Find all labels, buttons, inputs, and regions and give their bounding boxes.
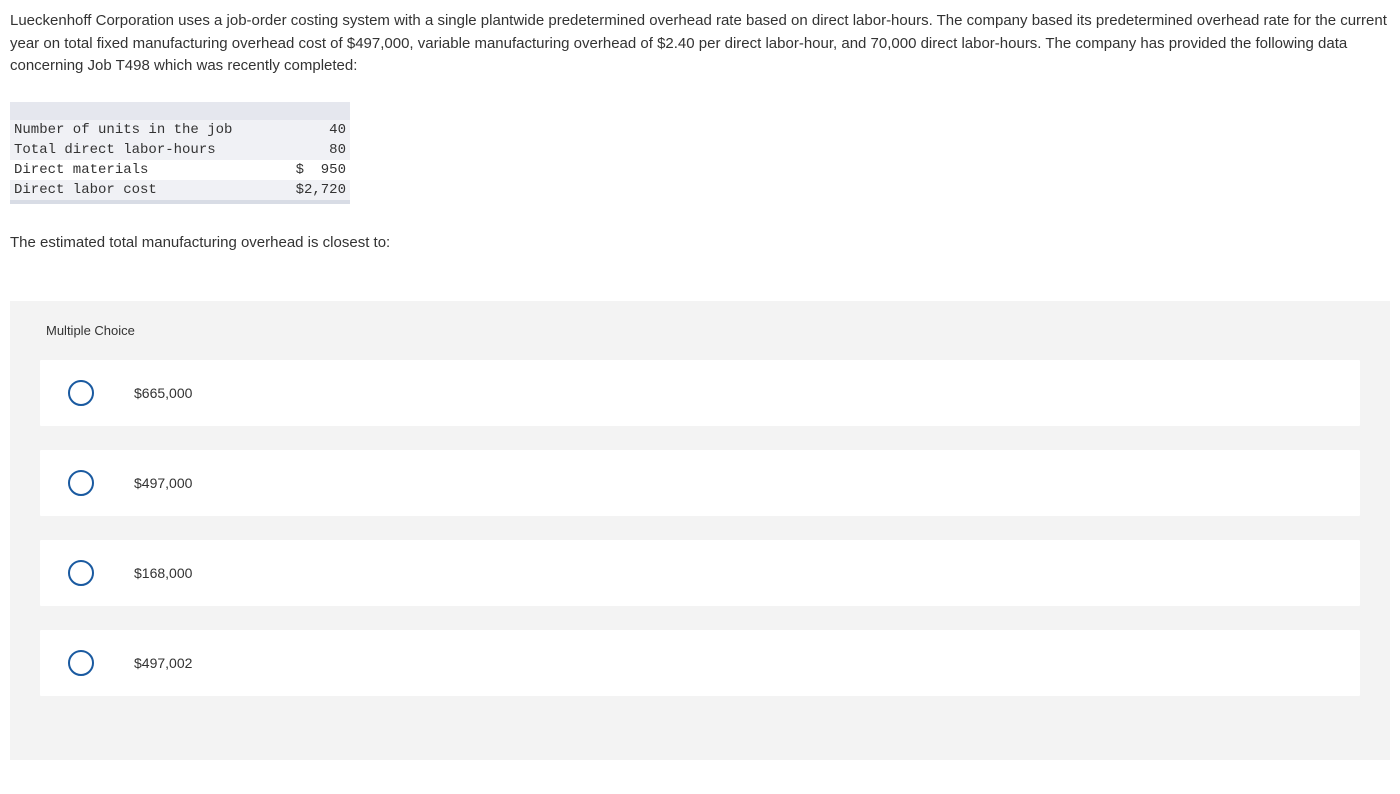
table-cell-value: $2,720 [270,180,350,200]
mc-option-3[interactable]: $497,002 [40,630,1360,696]
table-cell-value: 40 [270,120,350,140]
mc-option-0[interactable]: $665,000 [40,360,1360,426]
mc-option-1[interactable]: $497,000 [40,450,1360,516]
radio-icon[interactable] [68,470,94,496]
table-header-bar [10,102,350,120]
table-cell-value: $ 950 [270,160,350,180]
question-stem: Lueckenhoff Corporation uses a job-order… [10,10,1390,78]
table-footer-bar [10,200,350,204]
mc-option-label: $665,000 [134,385,192,401]
table-row: Number of units in the job 40 [10,120,350,140]
mc-option-label: $497,000 [134,475,192,491]
radio-icon[interactable] [68,650,94,676]
table-cell-label: Number of units in the job [10,120,270,140]
table-row: Direct labor cost $2,720 [10,180,350,200]
table-row: Direct materials $ 950 [10,160,350,180]
mc-option-label: $497,002 [134,655,192,671]
table-row: Total direct labor-hours 80 [10,140,350,160]
job-data-table: Number of units in the job 40 Total dire… [10,102,350,204]
mc-option-label: $168,000 [134,565,192,581]
multiple-choice-title: Multiple Choice [10,323,1390,338]
radio-icon[interactable] [68,560,94,586]
table-cell-label: Direct materials [10,160,270,180]
table-cell-label: Direct labor cost [10,180,270,200]
table-cell-value: 80 [270,140,350,160]
mc-option-2[interactable]: $168,000 [40,540,1360,606]
question-prompt: The estimated total manufacturing overhe… [10,234,1390,251]
radio-icon[interactable] [68,380,94,406]
multiple-choice-container: Multiple Choice $665,000 $497,000 $168,0… [10,301,1390,760]
table-cell-label: Total direct labor-hours [10,140,270,160]
